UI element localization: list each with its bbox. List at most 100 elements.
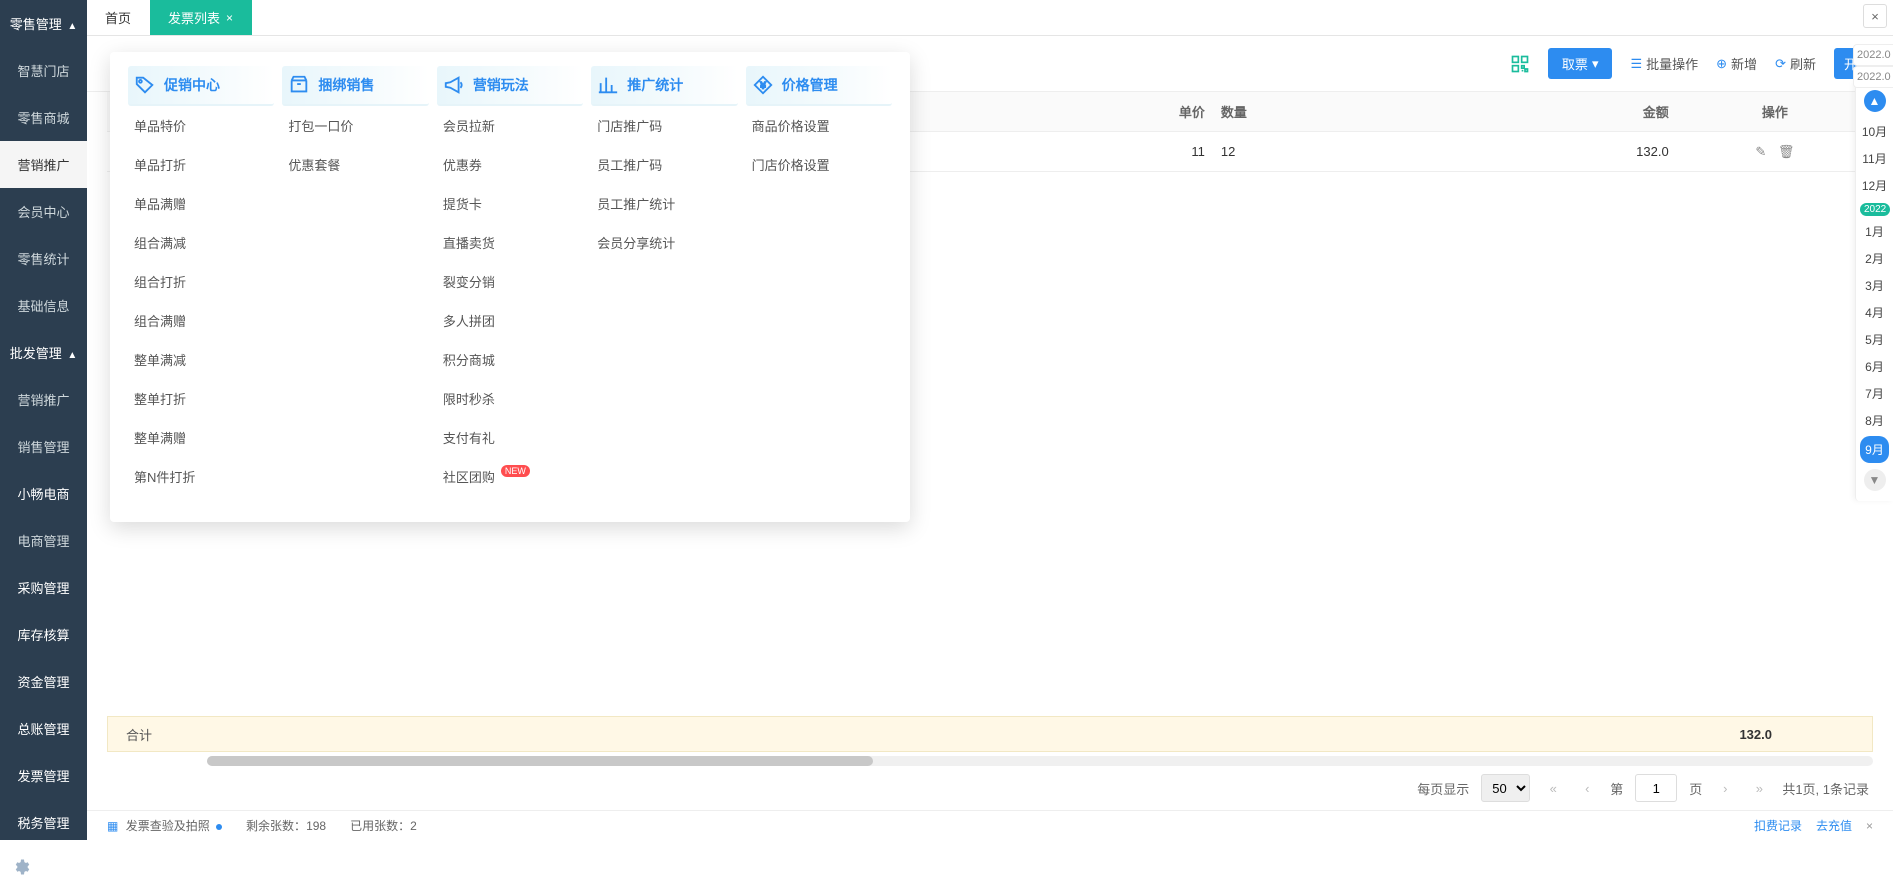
settings-gear-icon[interactable] [0, 846, 87, 888]
mega-item[interactable]: 商品价格设置 [746, 106, 892, 145]
document-icon: ▦ [107, 819, 118, 833]
timeline-month[interactable]: 11月 [1856, 145, 1893, 172]
mega-item[interactable]: 会员拉新 [437, 106, 583, 145]
date-timeline-panel: 2022.0 2022.0 ▲ 10月 11月 12月 2022 1月 2月 3… [1855, 80, 1893, 501]
last-page-button[interactable]: » [1748, 777, 1770, 799]
timeline-month[interactable]: 7月 [1856, 380, 1893, 407]
mega-item[interactable]: 提货卡 [437, 184, 583, 223]
page-size-select[interactable]: 50 [1481, 774, 1530, 802]
tabs-bar: 首页 发票列表 × × [87, 0, 1893, 36]
mega-item[interactable]: 直播卖货 [437, 223, 583, 262]
mega-item-community-buy[interactable]: 社区团购 NEW [437, 457, 583, 496]
totals-amount: 132.0 [1739, 727, 1872, 742]
sidebar-item-retail-mall[interactable]: 零售商城 [0, 94, 87, 141]
mega-item[interactable]: 第N件打折 [128, 457, 274, 496]
mega-item[interactable]: 优惠券 [437, 145, 583, 184]
fetch-invoice-button[interactable]: 取票 ▾ [1548, 48, 1613, 79]
status-deduct-link[interactable]: 扣费记录 [1754, 817, 1802, 834]
mega-item[interactable]: 优惠套餐 [282, 145, 428, 184]
sidebar-item-member-center[interactable]: 会员中心 [0, 188, 87, 235]
sidebar-item-tax[interactable]: 税务管理 [0, 799, 87, 846]
timeline-tab-2[interactable]: 2022.0 [1853, 66, 1893, 88]
batch-ops-button[interactable]: ☰ 批量操作 [1630, 54, 1698, 73]
sidebar-item-retail-stats[interactable]: 零售统计 [0, 235, 87, 282]
sidebar-item-funds[interactable]: 资金管理 [0, 658, 87, 705]
mega-item[interactable]: 限时秒杀 [437, 379, 583, 418]
tab-invoice-list[interactable]: 发票列表 × [150, 0, 252, 35]
sidebar-item-ecommerce-mgmt[interactable]: 电商管理 [0, 517, 87, 564]
mega-item[interactable]: 裂变分销 [437, 262, 583, 301]
sidebar-item-purchase-mgmt[interactable]: 采购管理 [0, 564, 87, 611]
mega-item[interactable]: 门店推广码 [591, 106, 737, 145]
mega-item[interactable]: 整单满减 [128, 340, 274, 379]
mega-head-price: ¥ 价格管理 [746, 66, 892, 106]
mega-item[interactable]: 组合满赠 [128, 301, 274, 340]
refresh-button[interactable]: ⟳ 刷新 [1775, 54, 1816, 73]
scrollbar-thumb[interactable] [207, 756, 873, 766]
timeline-month[interactable]: 5月 [1856, 326, 1893, 353]
mega-item[interactable]: 整单打折 [128, 379, 274, 418]
mega-item[interactable]: 多人拼团 [437, 301, 583, 340]
close-all-tabs-button[interactable]: × [1863, 4, 1887, 28]
prev-page-button[interactable]: ‹ [1576, 777, 1598, 799]
qr-code-icon[interactable] [1510, 54, 1530, 74]
scroll-down-icon[interactable]: ▼ [1864, 469, 1886, 491]
th-qty: 数量 [1213, 92, 1427, 132]
th-amount: 金额 [1427, 92, 1677, 132]
sidebar-item-retail-mgmt[interactable]: 零售管理 ▲ [0, 0, 87, 47]
sidebar-item-ledger[interactable]: 总账管理 [0, 705, 87, 752]
status-dot-icon [216, 824, 222, 830]
sidebar-item-marketing[interactable]: 营销推广 [0, 141, 87, 188]
caret-up-icon: ▲ [67, 21, 77, 32]
timeline-month[interactable]: 3月 [1856, 272, 1893, 299]
add-button[interactable]: ⊕ 新增 [1716, 54, 1757, 73]
price-tag-icon: ¥ [752, 74, 774, 96]
timeline-month[interactable]: 2月 [1856, 245, 1893, 272]
first-page-button[interactable]: « [1542, 777, 1564, 799]
mega-item[interactable]: 积分商城 [437, 340, 583, 379]
mega-col-promotion: 促销中心 单品特价 单品打折 单品满赠 组合满减 组合打折 组合满赠 整单满减 … [128, 66, 274, 496]
timeline-month[interactable]: 12月 [1856, 172, 1893, 199]
status-invoice-check[interactable]: ▦ 发票查验及拍照 [107, 817, 222, 834]
close-icon[interactable]: × [226, 11, 233, 25]
mega-item[interactable]: 单品满赠 [128, 184, 274, 223]
sidebar-item-wholesale-mgmt[interactable]: 批发管理 ▲ [0, 329, 87, 376]
timeline-month[interactable]: 1月 [1856, 218, 1893, 245]
mega-item[interactable]: 单品特价 [128, 106, 274, 145]
mega-item[interactable]: 门店价格设置 [746, 145, 892, 184]
plus-circle-icon: ⊕ [1716, 56, 1727, 72]
mega-item[interactable]: 单品打折 [128, 145, 274, 184]
mega-item[interactable]: 员工推广码 [591, 145, 737, 184]
page-input[interactable] [1635, 774, 1677, 802]
mega-item[interactable]: 组合打折 [128, 262, 274, 301]
sidebar-item-invoice[interactable]: 发票管理 [0, 752, 87, 799]
mega-item[interactable]: 组合满减 [128, 223, 274, 262]
status-remaining: 剩余张数：198 [246, 817, 326, 834]
mega-item[interactable]: 整单满赠 [128, 418, 274, 457]
timeline-month[interactable]: 4月 [1856, 299, 1893, 326]
mega-col-promo-stats: 推广统计 门店推广码 员工推广码 员工推广统计 会员分享统计 [591, 66, 737, 496]
sidebar-item-base-info[interactable]: 基础信息 [0, 282, 87, 329]
edit-icon[interactable]: ✎ [1755, 144, 1766, 159]
timeline-month[interactable]: 8月 [1856, 407, 1893, 434]
sidebar-item-marketing-2[interactable]: 营销推广 [0, 376, 87, 423]
mega-item[interactable]: 打包一口价 [282, 106, 428, 145]
sidebar-item-inventory[interactable]: 库存核算 [0, 611, 87, 658]
timeline-tab-1[interactable]: 2022.0 [1853, 44, 1893, 66]
status-recharge-link[interactable]: 去充值 [1816, 817, 1852, 834]
scroll-top-icon[interactable]: ▲ [1864, 90, 1886, 112]
sidebar-item-sales-mgmt[interactable]: 销售管理 [0, 423, 87, 470]
tab-home[interactable]: 首页 [87, 0, 150, 35]
horizontal-scrollbar[interactable] [207, 756, 1873, 766]
timeline-month[interactable]: 6月 [1856, 353, 1893, 380]
delete-icon[interactable]: 🗑 [1778, 144, 1795, 159]
mega-item[interactable]: 会员分享统计 [591, 223, 737, 262]
mega-item[interactable]: 员工推广统计 [591, 184, 737, 223]
sidebar-item-ecommerce-1[interactable]: 小畅电商 [0, 470, 87, 517]
status-close-icon[interactable]: × [1866, 819, 1873, 833]
next-page-button[interactable]: › [1714, 777, 1736, 799]
timeline-month-active[interactable]: 9月 [1860, 436, 1889, 463]
mega-item[interactable]: 支付有礼 [437, 418, 583, 457]
timeline-month[interactable]: 10月 [1856, 118, 1893, 145]
sidebar-item-smart-store[interactable]: 智慧门店 [0, 47, 87, 94]
